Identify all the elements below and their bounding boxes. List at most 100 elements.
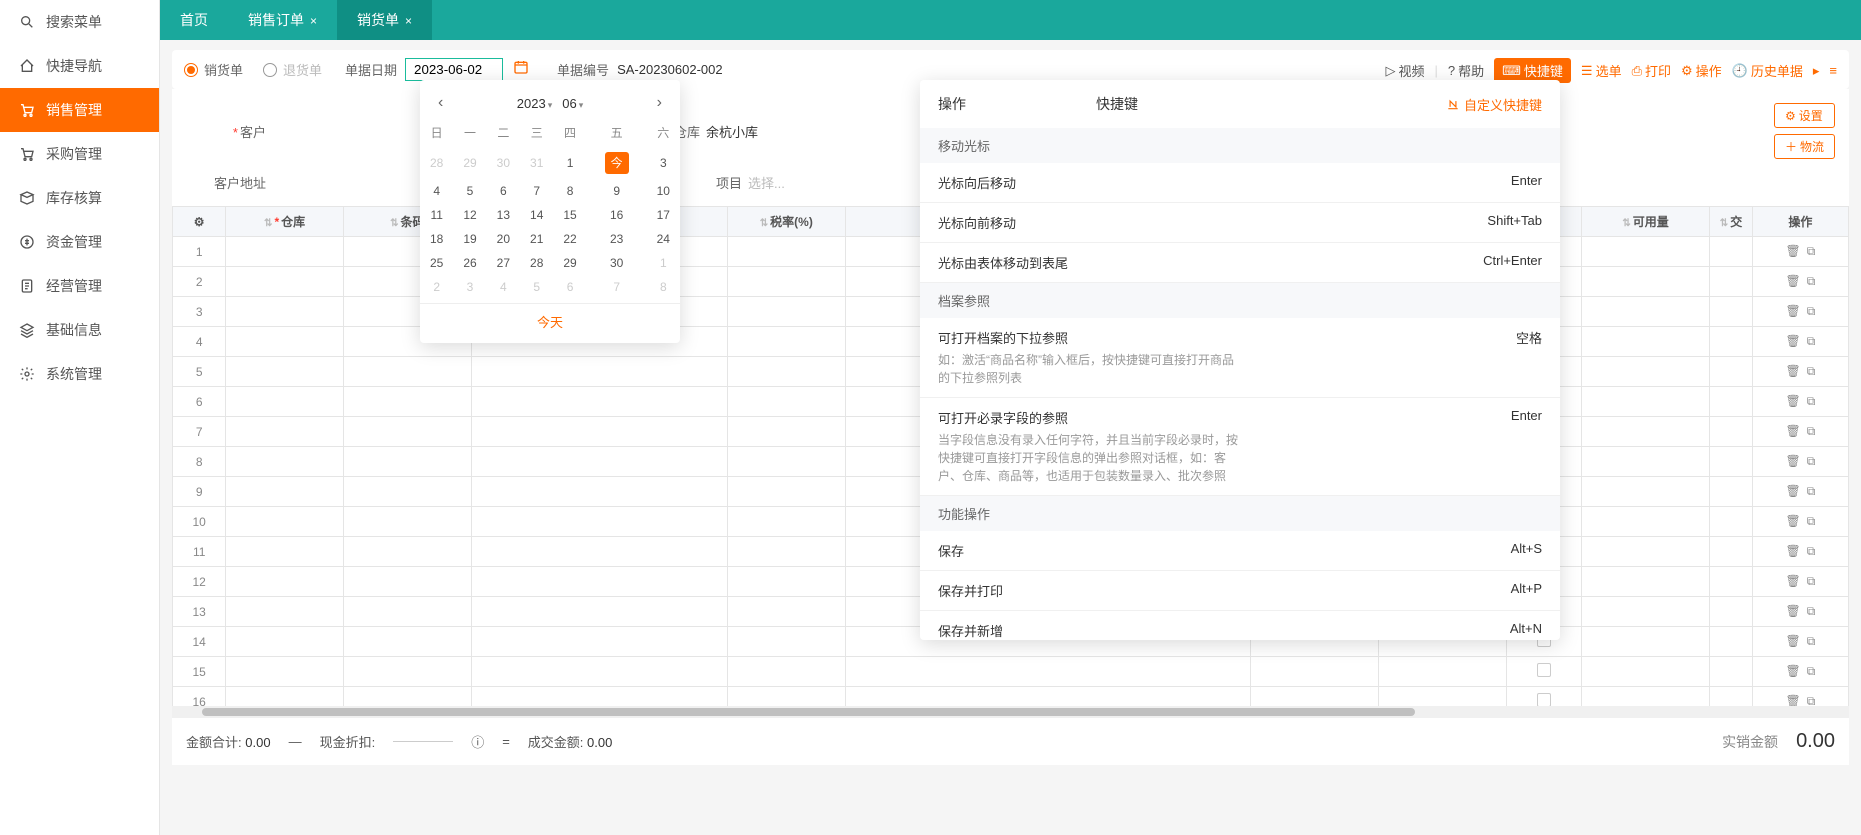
delete-icon[interactable]: 🗑 [1786,334,1801,348]
copy-icon[interactable]: ⧉ [1807,694,1816,706]
copy-icon[interactable]: ⧉ [1807,304,1816,318]
copy-icon[interactable]: ⧉ [1807,424,1816,438]
gift-checkbox[interactable] [1537,693,1551,706]
copy-icon[interactable]: ⧉ [1807,574,1816,588]
calendar-day[interactable]: 18 [420,227,453,251]
calendar-day[interactable]: 17 [647,203,680,227]
delete-icon[interactable]: 🗑 [1786,514,1801,528]
calendar-day[interactable]: 10 [647,179,680,203]
calendar-day[interactable]: 今 [587,147,647,179]
calendar-next[interactable]: › [651,94,668,112]
sidebar-item-7[interactable]: 基础信息 [0,308,159,352]
delete-icon[interactable]: 🗑 [1786,544,1801,558]
calendar-day[interactable]: 20 [487,227,520,251]
copy-icon[interactable]: ⧉ [1807,514,1816,528]
calendar-day[interactable]: 8 [553,179,586,203]
custom-shortcut-button[interactable]: 自定义快捷键 [1446,95,1542,114]
sidebar-item-1[interactable]: 快捷导航 [0,44,159,88]
sidebar-item-8[interactable]: 系统管理 [0,352,159,396]
calendar-day[interactable]: 22 [553,227,586,251]
delete-icon[interactable]: 🗑 [1786,694,1801,706]
calendar-day[interactable]: 29 [553,251,586,275]
print-button[interactable]: ⎙打印 [1632,61,1671,80]
delete-icon[interactable]: 🗑 [1786,394,1801,408]
calendar-day[interactable]: 8 [647,275,680,299]
col-warehouse[interactable]: ⇅*仓库 [226,207,343,237]
col-taxrate[interactable]: ⇅税率(%) [728,207,845,237]
delete-icon[interactable]: 🗑 [1786,634,1801,648]
calendar-month[interactable]: 06 [562,96,583,111]
copy-icon[interactable]: ⧉ [1807,364,1816,378]
table-row[interactable]: 15🗑⧉ [173,657,1849,687]
cash-discount-input[interactable] [393,741,453,742]
delete-icon[interactable]: 🗑 [1786,424,1801,438]
calendar-day[interactable]: 25 [420,251,453,275]
delete-icon[interactable]: 🗑 [1786,574,1801,588]
calendar-day[interactable]: 6 [487,179,520,203]
sidebar-item-4[interactable]: 库存核算 [0,176,159,220]
setting-button[interactable]: ⚙设置 [1774,103,1835,128]
next-icon[interactable]: ▸ [1813,63,1820,79]
logistics-button[interactable]: ＋物流 [1774,134,1835,159]
calendar-day[interactable]: 12 [453,203,486,227]
sidebar-item-6[interactable]: 经营管理 [0,264,159,308]
copy-icon[interactable]: ⧉ [1807,544,1816,558]
select-button[interactable]: ☰选单 [1581,61,1622,80]
copy-icon[interactable]: ⧉ [1807,484,1816,498]
calendar-day[interactable]: 28 [420,147,453,179]
table-row[interactable]: 16🗑⧉ [173,687,1849,707]
copy-icon[interactable]: ⧉ [1807,604,1816,618]
calendar-day[interactable]: 9 [587,179,647,203]
operate-button[interactable]: ⚙操作 [1681,61,1722,80]
copy-icon[interactable]: ⧉ [1807,334,1816,348]
calendar-day[interactable]: 16 [587,203,647,227]
video-button[interactable]: ▷视频 [1385,61,1424,80]
calendar-day[interactable]: 30 [587,251,647,275]
calendar-day[interactable]: 1 [553,147,586,179]
calendar-day[interactable]: 31 [520,147,553,179]
calendar-day[interactable]: 14 [520,203,553,227]
copy-icon[interactable]: ⧉ [1807,664,1816,678]
copy-icon[interactable]: ⧉ [1807,274,1816,288]
calendar-day[interactable]: 21 [520,227,553,251]
info-icon[interactable]: ⓘ [471,732,484,751]
calendar-day[interactable]: 28 [520,251,553,275]
calendar-day[interactable]: 13 [487,203,520,227]
calendar-day[interactable]: 5 [453,179,486,203]
sidebar-item-3[interactable]: 采购管理 [0,132,159,176]
calendar-day[interactable]: 1 [647,251,680,275]
copy-icon[interactable]: ⧉ [1807,394,1816,408]
copy-icon[interactable]: ⧉ [1807,634,1816,648]
sidebar-item-2[interactable]: 销售管理 [0,88,159,132]
delete-icon[interactable]: 🗑 [1786,304,1801,318]
calendar-day[interactable]: 4 [487,275,520,299]
history-button[interactable]: 🕘历史单据 [1732,61,1803,80]
tab-0[interactable]: 首页 [160,0,228,40]
copy-icon[interactable]: ⧉ [1807,454,1816,468]
calendar-day[interactable]: 7 [520,179,553,203]
calendar-day[interactable]: 3 [647,147,680,179]
sidebar-item-0[interactable]: 搜索菜单 [0,0,159,44]
calendar-day[interactable]: 19 [453,227,486,251]
calendar-day[interactable]: 7 [587,275,647,299]
calendar-prev[interactable]: ‹ [432,94,449,112]
gift-checkbox[interactable] [1537,663,1551,677]
calendar-day[interactable]: 23 [587,227,647,251]
list-icon[interactable]: ≡ [1829,63,1837,78]
project-value[interactable]: 选择... [748,173,888,192]
calendar-day[interactable]: 4 [420,179,453,203]
delete-icon[interactable]: 🗑 [1786,364,1801,378]
close-icon[interactable]: × [310,14,317,28]
calendar-day[interactable]: 30 [487,147,520,179]
warehouse-value[interactable]: 余杭小库 [706,122,846,141]
col-deliver[interactable]: ⇅交 [1710,207,1753,237]
delete-icon[interactable]: 🗑 [1786,484,1801,498]
calendar-day[interactable]: 27 [487,251,520,275]
calendar-today-button[interactable]: 今天 [420,303,680,335]
calendar-icon[interactable] [513,59,529,80]
delete-icon[interactable]: 🗑 [1786,454,1801,468]
horizontal-scrollbar[interactable] [172,706,1849,718]
calendar-day[interactable]: 11 [420,203,453,227]
calendar-day[interactable]: 24 [647,227,680,251]
calendar-day[interactable]: 2 [420,275,453,299]
